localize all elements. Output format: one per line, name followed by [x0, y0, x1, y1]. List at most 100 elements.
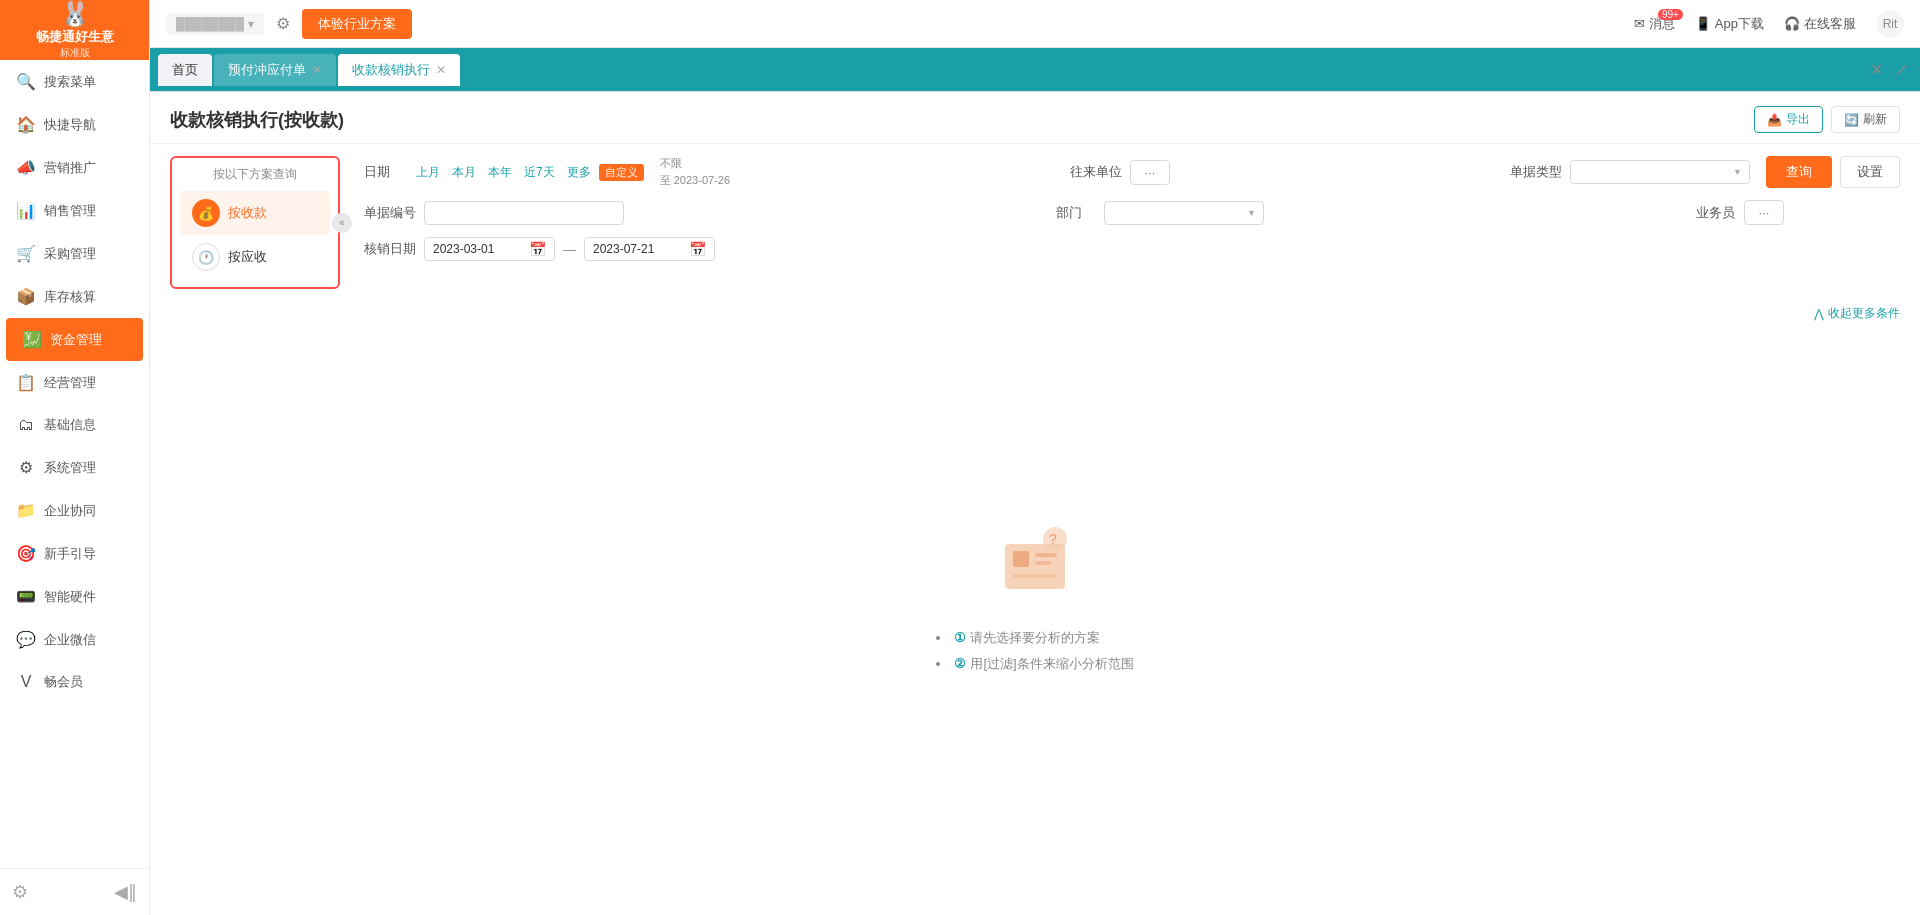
date-range-separator: —	[563, 242, 576, 257]
doc-number-input[interactable]	[424, 201, 624, 225]
sidebar-icon-9: ⚙	[16, 458, 36, 477]
sidebar-label-5: 库存核算	[44, 288, 96, 306]
query-panel: 按以下方案查询 💰 按收款 🕐 按应收 «	[170, 156, 340, 289]
tab-close-all-btn[interactable]: ✕	[1866, 56, 1887, 83]
svg-rect-1	[1013, 551, 1029, 567]
date-7days[interactable]: 近7天	[520, 162, 559, 183]
export-btn[interactable]: 📤 导出	[1754, 106, 1823, 133]
sidebar-item-14[interactable]: V畅会员	[0, 661, 149, 703]
tab-home[interactable]: 首页	[158, 54, 212, 86]
settings-filter-btn[interactable]: 设置	[1840, 156, 1900, 188]
salesperson-label: 业务员	[1696, 204, 1736, 222]
empty-tips: ①请先选择要分析的方案 ②用[过滤]条件来缩小分析范围	[936, 625, 1133, 677]
svg-rect-4	[1013, 574, 1057, 578]
collapse-label: 收起更多条件	[1828, 305, 1900, 322]
sidebar-item-8[interactable]: 🗂基础信息	[0, 404, 149, 446]
topbar-gear-icon[interactable]: ⚙	[276, 14, 290, 33]
user-avatar-btn[interactable]: Rit	[1876, 10, 1904, 38]
avatar-text: Rit	[1883, 17, 1898, 31]
filter-actions: 查询 设置	[1766, 156, 1900, 188]
tab-receipt-close[interactable]: ✕	[436, 63, 446, 77]
sidebar-item-13[interactable]: 💬企业微信	[0, 618, 149, 661]
filter-row-2: 单据编号 部门 业务员	[364, 200, 1900, 225]
tabbar: 首页 预付冲应付单 ✕ 收款核销执行 ✕ ✕ ⤢	[150, 48, 1920, 92]
writeoff-end-calendar-icon[interactable]: 📅	[689, 241, 706, 257]
sidebar-item-7[interactable]: 📋经营管理	[0, 361, 149, 404]
date-this-year[interactable]: 本年	[484, 162, 516, 183]
date-field: 日期 上月 本月 本年 近7天 更多 自定义	[364, 162, 644, 183]
page-content: 收款核销执行(按收款) 📤 导出 🔄 刷新 按以下方案查询 💰 按收款	[150, 92, 1920, 915]
sidebar-item-12[interactable]: 📟智能硬件	[0, 575, 149, 618]
user-dropdown-icon[interactable]: ▾	[248, 17, 254, 31]
salesperson-input[interactable]: ···	[1744, 200, 1784, 225]
online-service-label: 在线客服	[1804, 15, 1856, 33]
online-service-btn[interactable]: 🎧 在线客服	[1784, 15, 1856, 33]
current-user-label: ████████	[176, 17, 244, 31]
tabbar-actions: ✕ ⤢	[1866, 56, 1912, 83]
logo-icon: 🐰	[60, 0, 90, 28]
sidebar-label-10: 企业协同	[44, 502, 96, 520]
panel-collapse-btn[interactable]: «	[332, 213, 352, 233]
sidebar-icon-6: 💹	[22, 330, 42, 349]
writeoff-date-field: 核销日期 📅 — 📅	[364, 237, 715, 261]
date-no-limit-area: 不限 至 2023-07-26	[660, 156, 730, 188]
filter-row-1: 日期 上月 本月 本年 近7天 更多 自定义 不限 至 2023-07-26	[364, 156, 1900, 188]
tab-prepay[interactable]: 预付冲应付单 ✕	[214, 54, 336, 86]
writeoff-start-calendar-icon[interactable]: 📅	[529, 241, 546, 257]
empty-tip1: 请先选择要分析的方案	[970, 630, 1100, 645]
sidebar-icon-2: 📣	[16, 158, 36, 177]
avatar: Rit	[1876, 10, 1904, 38]
sidebar-icon-12: 📟	[16, 587, 36, 606]
user-switcher[interactable]: ████████ ▾	[166, 13, 264, 35]
sidebar-item-11[interactable]: 🎯新手引导	[0, 532, 149, 575]
date-custom-tag[interactable]: 自定义	[599, 164, 644, 181]
sidebar-item-1[interactable]: 🏠快捷导航	[0, 103, 149, 146]
sidebar-item-2[interactable]: 📣营销推广	[0, 146, 149, 189]
query-btn[interactable]: 查询	[1766, 156, 1832, 188]
doc-type-select[interactable]	[1570, 160, 1750, 184]
query-by-receivable[interactable]: 🕐 按应收	[180, 235, 330, 279]
sidebar-item-3[interactable]: 📊销售管理	[0, 189, 149, 232]
filter-row-3: 核销日期 📅 — 📅	[364, 237, 1900, 261]
date-last-month[interactable]: 上月	[412, 162, 444, 183]
date-this-month[interactable]: 本月	[448, 162, 480, 183]
sidebar-item-0[interactable]: 🔍搜索菜单	[0, 60, 149, 103]
sidebar-item-10[interactable]: 📁企业协同	[0, 489, 149, 532]
tab-prepay-close[interactable]: ✕	[312, 63, 322, 77]
sidebar-item-9[interactable]: ⚙系统管理	[0, 446, 149, 489]
counterparty-input[interactable]: ···	[1130, 160, 1170, 185]
sidebar-label-11: 新手引导	[44, 545, 96, 563]
solution-btn[interactable]: 体验行业方案	[302, 9, 412, 39]
sidebar-item-6[interactable]: 💹资金管理	[6, 318, 143, 361]
message-btn[interactable]: ✉ 消息 99+	[1634, 15, 1675, 33]
settings-bottom-icon[interactable]: ⚙	[12, 881, 28, 903]
tab-expand-btn[interactable]: ⤢	[1891, 56, 1912, 83]
tab-receipt[interactable]: 收款核销执行 ✕	[338, 54, 460, 86]
date-label: 日期	[364, 163, 404, 181]
collapse-more-btn[interactable]: ⋀ 收起更多条件	[1814, 305, 1900, 322]
app-download-btn[interactable]: 📱 App下载	[1695, 15, 1764, 33]
writeoff-start-input[interactable]	[433, 242, 523, 256]
sidebar-icon-5: 📦	[16, 287, 36, 306]
query-panel-title: 按以下方案查询	[180, 166, 330, 183]
query-by-receipt[interactable]: 💰 按收款	[180, 191, 330, 235]
salesperson-field: 业务员 ···	[1696, 200, 1784, 225]
counterparty-field: 往来单位 ···	[1070, 160, 1170, 185]
sidebar-item-5[interactable]: 📦 库存核算	[0, 275, 149, 318]
writeoff-end-input[interactable]	[593, 242, 683, 256]
topbar-right: ✉ 消息 99+ 📱 App下载 🎧 在线客服 Rit	[1634, 10, 1904, 38]
page-header: 收款核销执行(按收款) 📤 导出 🔄 刷新	[150, 92, 1920, 144]
sidebar-icon-14: V	[16, 673, 36, 691]
no-limit-label: 不限	[660, 156, 730, 171]
refresh-btn[interactable]: 🔄 刷新	[1831, 106, 1900, 133]
date-more[interactable]: 更多	[563, 162, 595, 183]
collapse-bar: ⋀ 收起更多条件	[150, 301, 1920, 330]
sidebar-icon-4: 🛒	[16, 244, 36, 263]
writeoff-end-wrapper: 📅	[584, 237, 715, 261]
sidebar-item-4[interactable]: 🛒采购管理	[0, 232, 149, 275]
date-shortcuts: 上月 本月 本年 近7天 更多 自定义	[412, 162, 644, 183]
doc-type-field: 单据类型	[1510, 160, 1750, 184]
department-select[interactable]	[1104, 201, 1264, 225]
refresh-label: 刷新	[1863, 111, 1887, 128]
collapse-sidebar-btn[interactable]: ◀‖	[114, 881, 137, 903]
